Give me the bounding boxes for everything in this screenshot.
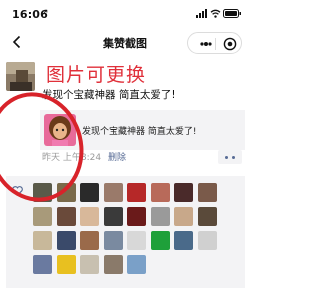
liker-avatar[interactable]: [80, 231, 99, 250]
status-icons: [196, 9, 241, 18]
liker-avatar[interactable]: [56, 207, 76, 226]
liker-avatar[interactable]: [33, 207, 52, 226]
liker-avatar[interactable]: [56, 231, 76, 250]
liker-avatar[interactable]: [80, 183, 99, 202]
location-arrow-icon: ↗: [41, 8, 49, 18]
shared-link-title: 发现个宝藏神器 简直太爱了!: [82, 127, 197, 137]
liker-avatar[interactable]: [127, 231, 146, 250]
liker-avatar[interactable]: [56, 255, 76, 274]
liker-avatar[interactable]: [150, 231, 170, 250]
liker-avatar[interactable]: [150, 183, 170, 202]
close-mini-program-icon[interactable]: [223, 37, 237, 51]
liker-avatar[interactable]: [174, 231, 193, 250]
post-text: 发现个宝藏神器 简直太爱了!: [42, 89, 176, 101]
liker-avatar[interactable]: [103, 183, 123, 202]
mini-program-capsule: [187, 32, 242, 54]
liker-avatar[interactable]: [127, 255, 146, 274]
avatar-image: [6, 62, 35, 91]
liker-avatar[interactable]: [80, 207, 99, 226]
signal-icon: [196, 9, 207, 18]
status-bar: 16:06 ↗: [0, 0, 250, 26]
liker-avatar[interactable]: [197, 207, 217, 226]
battery-icon: [223, 9, 241, 18]
liker-avatar[interactable]: [103, 207, 123, 226]
wifi-icon: [210, 9, 221, 18]
liker-avatar[interactable]: [103, 255, 123, 274]
liker-avatar[interactable]: [197, 183, 217, 202]
liker-avatar[interactable]: [127, 207, 146, 226]
liker-avatar[interactable]: [174, 207, 193, 226]
image-replaceable-label: 图片可更换: [46, 64, 147, 86]
more-options-icon[interactable]: [200, 42, 212, 46]
liker-avatar[interactable]: [80, 255, 99, 274]
liker-avatar[interactable]: [197, 231, 217, 250]
nav-bar: 集赞截图: [0, 26, 250, 60]
liker-avatar[interactable]: [127, 183, 146, 202]
comment-like-menu-button[interactable]: [218, 150, 242, 164]
liker-avatar[interactable]: [33, 255, 52, 274]
liker-avatar[interactable]: [33, 231, 52, 250]
post-author-avatar[interactable]: [6, 62, 35, 91]
liker-avatar[interactable]: [103, 231, 123, 250]
liker-avatar[interactable]: [150, 207, 170, 226]
capsule-divider: [215, 38, 216, 50]
delete-link[interactable]: 删除: [108, 150, 126, 163]
liker-avatar[interactable]: [174, 183, 193, 202]
